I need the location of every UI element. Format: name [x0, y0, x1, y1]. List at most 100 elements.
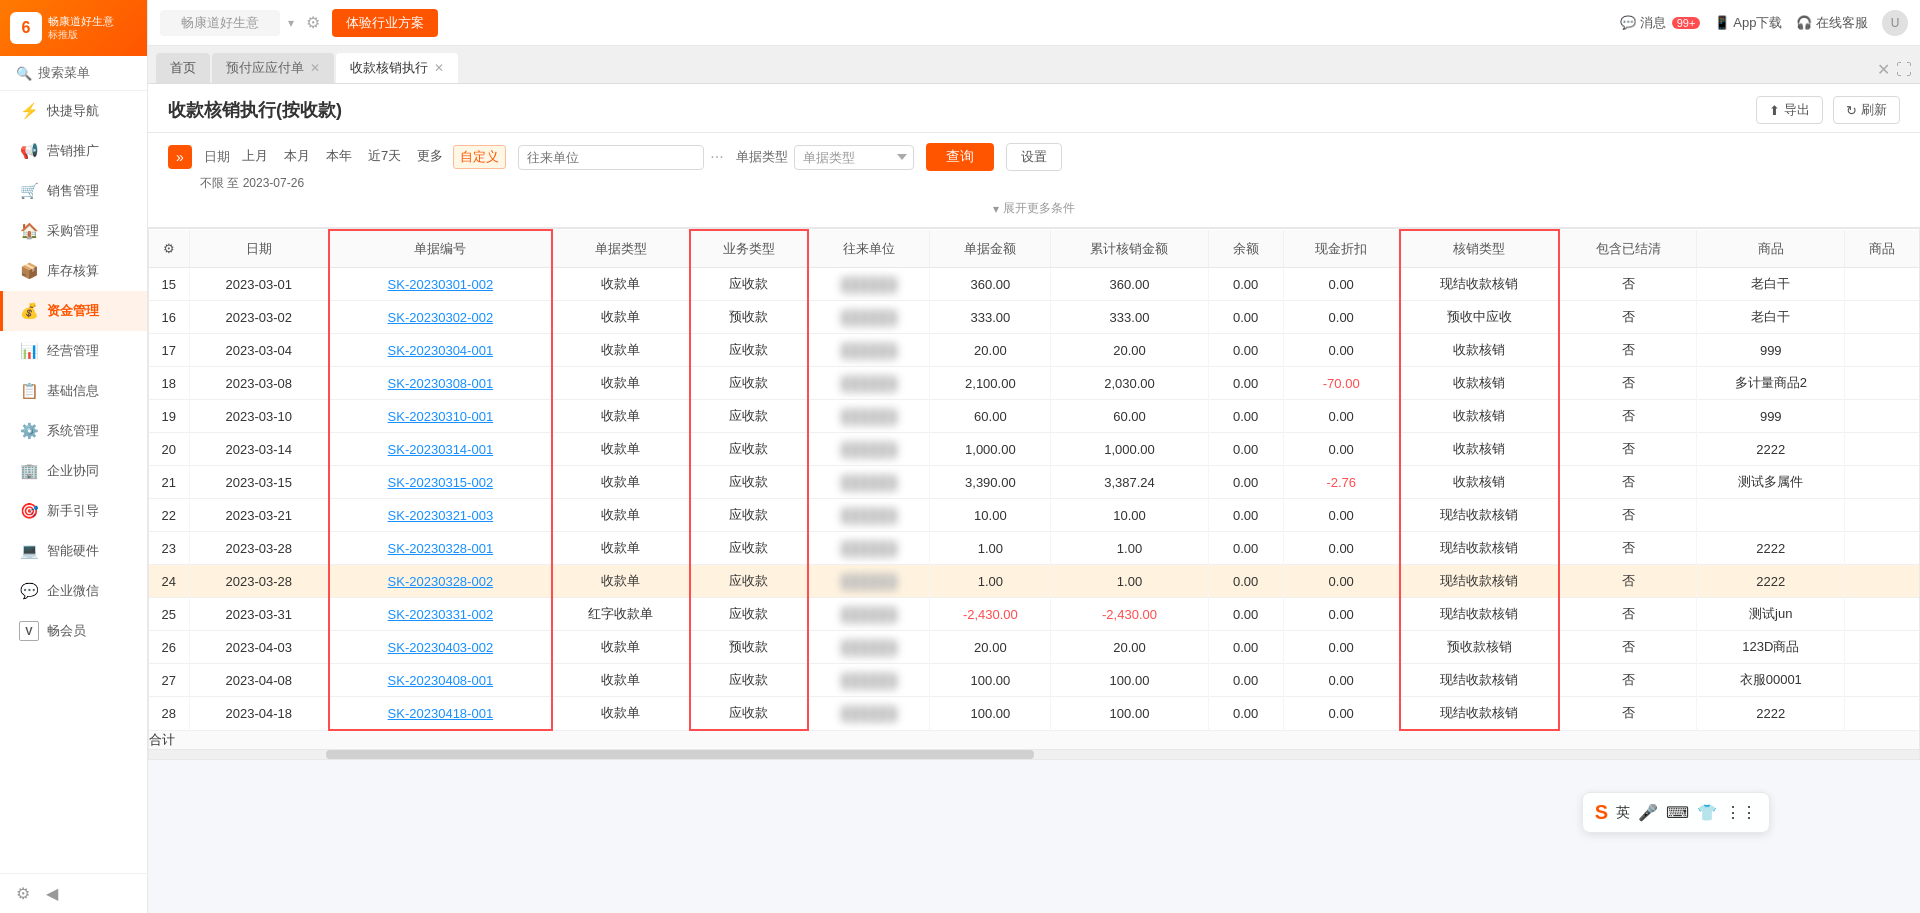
- cell-cash-discount: 0.00: [1283, 598, 1400, 631]
- sidebar-item-system[interactable]: ⚙️ 系统管理: [0, 411, 147, 451]
- cell-counterpart: ██████: [808, 367, 930, 400]
- app-download-link[interactable]: 📱 App下载: [1714, 14, 1782, 32]
- cell-product: 衣服00001: [1697, 664, 1845, 697]
- cell-voucher-no[interactable]: SK-20230408-001: [329, 664, 552, 697]
- filter-counterpart-group: ···: [518, 145, 723, 170]
- support-link[interactable]: 🎧 在线客服: [1796, 14, 1868, 32]
- tab-close-all-icon[interactable]: ✕: [1877, 60, 1890, 79]
- solution-button[interactable]: 体验行业方案: [332, 9, 438, 37]
- cell-seq: 19: [149, 400, 189, 433]
- export-button[interactable]: ⬆ 导出: [1756, 96, 1823, 124]
- query-button[interactable]: 查询: [926, 143, 994, 171]
- table-row: 222023-03-21SK-20230321-003收款单应收款██████1…: [149, 499, 1919, 532]
- cell-voucher-no[interactable]: SK-20230304-001: [329, 334, 552, 367]
- cell-balance: 0.00: [1208, 433, 1283, 466]
- cell-product2: [1845, 433, 1919, 466]
- cell-balance: 0.00: [1208, 400, 1283, 433]
- cell-include-settled: 否: [1559, 598, 1697, 631]
- col-header-include-settled: 包含已结清: [1559, 230, 1697, 268]
- topbar-dropdown-arrow[interactable]: ▾: [288, 16, 294, 30]
- collapse-icon[interactable]: ◀: [46, 884, 58, 903]
- cell-voucher-no[interactable]: SK-20230302-002: [329, 301, 552, 334]
- topbar-gear-icon[interactable]: ⚙: [306, 13, 320, 32]
- sidebar-item-purchase[interactable]: 🏠 采购管理: [0, 211, 147, 251]
- cell-product2: [1845, 301, 1919, 334]
- expand-chevron-down-icon: ▾: [993, 202, 999, 216]
- tab-collection-close[interactable]: ✕: [434, 61, 444, 75]
- scrollbar-thumb[interactable]: [326, 750, 1034, 759]
- refresh-icon: ↻: [1846, 103, 1857, 118]
- sidebar-search[interactable]: 🔍 搜索菜单: [0, 56, 147, 91]
- sidebar-item-wechat[interactable]: 💬 企业微信: [0, 571, 147, 611]
- cell-voucher-no[interactable]: SK-20230321-003: [329, 499, 552, 532]
- sidebar-item-hardware[interactable]: 💻 智能硬件: [0, 531, 147, 571]
- filter-date-last-month[interactable]: 上月: [236, 145, 274, 169]
- counterpart-input[interactable]: [518, 145, 704, 170]
- settings-button[interactable]: 设置: [1006, 143, 1062, 171]
- cell-cumulative: 1,000.00: [1051, 433, 1208, 466]
- table-row: 252023-03-31SK-20230331-002红字收款单应收款█████…: [149, 598, 1919, 631]
- cell-product2: [1845, 664, 1919, 697]
- messages-badge: 99+: [1672, 17, 1701, 29]
- footer-col-empty-1: [329, 730, 552, 749]
- cell-counterpart: ██████: [808, 631, 930, 664]
- filter-expand-button[interactable]: »: [168, 145, 192, 169]
- sidebar-item-inventory[interactable]: 📦 库存核算: [0, 251, 147, 291]
- cell-cash-discount: -70.00: [1283, 367, 1400, 400]
- cell-voucher-type: 收款单: [552, 334, 690, 367]
- cell-voucher-no[interactable]: SK-20230314-001: [329, 433, 552, 466]
- tab-prepaid-close[interactable]: ✕: [310, 61, 320, 75]
- cell-product: [1697, 499, 1845, 532]
- sidebar-item-sales[interactable]: 🛒 销售管理: [0, 171, 147, 211]
- cell-cancel-type: 现结收款核销: [1400, 499, 1559, 532]
- cell-counterpart: ██████: [808, 334, 930, 367]
- filter-date-this-month[interactable]: 本月: [278, 145, 316, 169]
- table-row: 212023-03-15SK-20230315-002收款单应收款██████3…: [149, 466, 1919, 499]
- tab-expand-icon[interactable]: ⛶: [1896, 61, 1912, 79]
- tab-home[interactable]: 首页: [156, 53, 210, 83]
- cell-counterpart: ██████: [808, 697, 930, 731]
- voucher-type-select[interactable]: 单据类型: [794, 145, 914, 170]
- filter-more-button[interactable]: ▾ 展开更多条件: [993, 200, 1075, 217]
- cell-voucher-no[interactable]: SK-20230310-001: [329, 400, 552, 433]
- table-scrollbar[interactable]: [149, 749, 1919, 759]
- cell-amount: 3,390.00: [930, 466, 1051, 499]
- sidebar-item-marketing[interactable]: 📢 营销推广: [0, 131, 147, 171]
- cell-voucher-no[interactable]: SK-20230328-002: [329, 565, 552, 598]
- tab-prepaid[interactable]: 预付应应付单 ✕: [212, 53, 334, 83]
- topbar-brand: 畅康道好生意: [160, 10, 280, 36]
- filter-date-this-year[interactable]: 本年: [320, 145, 358, 169]
- cell-amount: 1.00: [930, 532, 1051, 565]
- cell-voucher-no[interactable]: SK-20230301-002: [329, 268, 552, 301]
- cell-date: 2023-03-21: [189, 499, 329, 532]
- sidebar-item-corp[interactable]: 🏢 企业协同: [0, 451, 147, 491]
- cell-voucher-no[interactable]: SK-20230315-002: [329, 466, 552, 499]
- sidebar-item-operation[interactable]: 📊 经营管理: [0, 331, 147, 371]
- cell-voucher-type: 收款单: [552, 631, 690, 664]
- refresh-button[interactable]: ↻ 刷新: [1833, 96, 1900, 124]
- sidebar-item-label: 采购管理: [47, 222, 99, 240]
- export-icon: ⬆: [1769, 103, 1780, 118]
- filter-date-more[interactable]: 更多: [411, 145, 449, 169]
- sidebar-item-label: 系统管理: [47, 422, 99, 440]
- cell-biz-type: 预收款: [690, 301, 808, 334]
- user-avatar[interactable]: U: [1882, 10, 1908, 36]
- cell-voucher-no[interactable]: SK-20230308-001: [329, 367, 552, 400]
- sidebar-item-finance[interactable]: 💰 资金管理: [0, 291, 147, 331]
- sidebar-item-guide[interactable]: 🎯 新手引导: [0, 491, 147, 531]
- cell-voucher-no[interactable]: SK-20230331-002: [329, 598, 552, 631]
- message-icon[interactable]: 💬 消息 99+: [1620, 14, 1700, 32]
- col-header-balance: 余额: [1208, 230, 1283, 268]
- filter-date-custom[interactable]: 自定义: [453, 145, 506, 169]
- tab-collection[interactable]: 收款核销执行 ✕: [336, 53, 458, 83]
- counterpart-ellipsis[interactable]: ···: [710, 148, 723, 166]
- filter-date-7days[interactable]: 近7天: [362, 145, 407, 169]
- col-header-biz-type: 业务类型: [690, 230, 808, 268]
- settings-footer-icon[interactable]: ⚙: [16, 884, 30, 903]
- sidebar-item-quicknav[interactable]: ⚡ 快捷导航: [0, 91, 147, 131]
- sidebar-item-member[interactable]: V 畅会员: [0, 611, 147, 651]
- sidebar-item-basic[interactable]: 📋 基础信息: [0, 371, 147, 411]
- cell-voucher-no[interactable]: SK-20230403-002: [329, 631, 552, 664]
- cell-voucher-no[interactable]: SK-20230328-001: [329, 532, 552, 565]
- cell-voucher-no[interactable]: SK-20230418-001: [329, 697, 552, 731]
